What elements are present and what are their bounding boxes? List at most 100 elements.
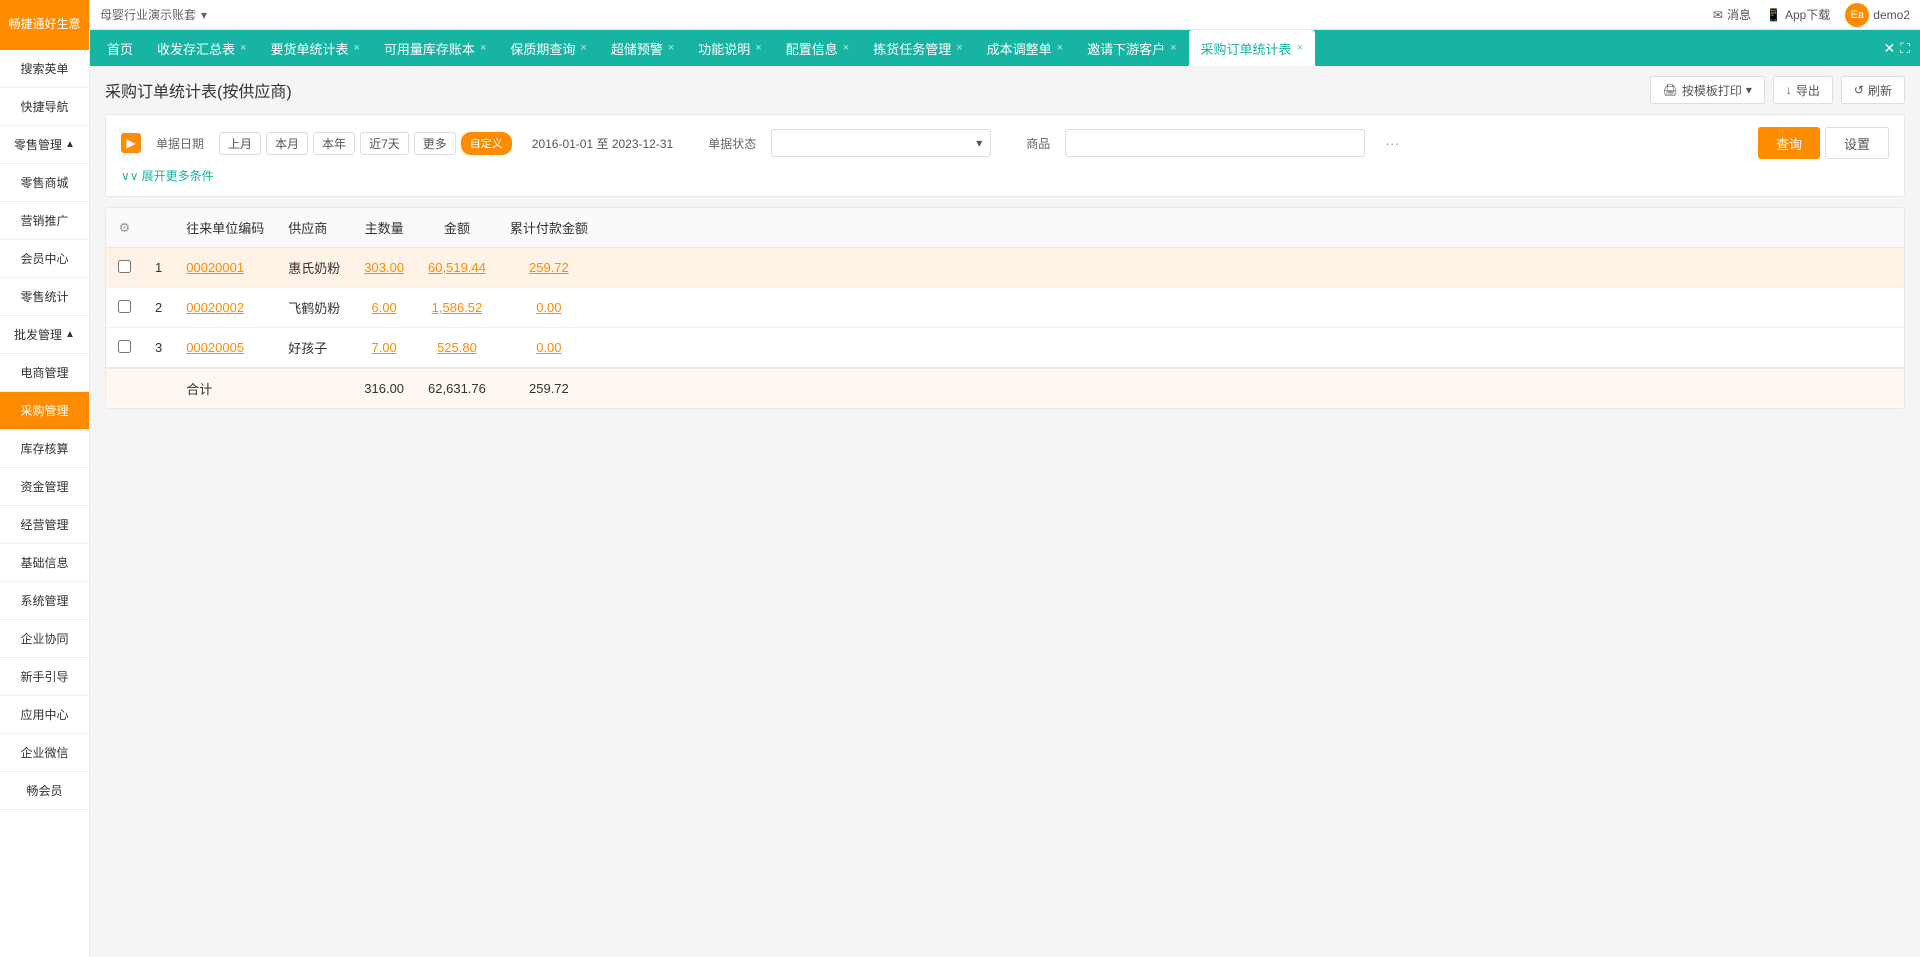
settings-btn[interactable]: 设置 [1825, 127, 1889, 159]
workspace-dropdown-icon[interactable]: ▾ [201, 8, 207, 22]
maximize-btn[interactable]: ⛶ [1900, 40, 1910, 57]
sidebar-item-enterprise[interactable]: 企业协同 [0, 620, 89, 658]
row-checkbox-1[interactable] [106, 288, 143, 328]
nav-tab-close-func-desc[interactable]: × [755, 42, 761, 54]
sidebar-item-ecommerce[interactable]: 电商管理 [0, 354, 89, 392]
refresh-icon: ↺ [1854, 83, 1864, 97]
nav-tab-cost-adjust[interactable]: 成本调整单 × [975, 30, 1075, 66]
nav-tab-label-cost-adjust: 成本调整单 [987, 39, 1052, 58]
filter-area: ▶ 单据日期 上月 本月 本年 近7天 更多 自定义 2016-01-01 至 … [105, 114, 1905, 197]
sidebar-item-search[interactable]: 搜索英单 [0, 50, 89, 88]
date-shortcut-7days[interactable]: 近7天 [360, 132, 409, 155]
nav-tab-pick-task[interactable]: 拣货任务管理× [861, 30, 974, 66]
goods-input[interactable] [1065, 129, 1365, 157]
nav-tab-label-purchase-summary: 采购订单统计表 [1201, 39, 1292, 58]
sidebar-item-app-center[interactable]: 应用中心 [0, 696, 89, 734]
expand-label: 展开更多条件 [142, 167, 214, 184]
nav-tab-close-cost-adjust[interactable]: × [1057, 42, 1063, 54]
sidebar-item-retail-stat[interactable]: 零售统计 [0, 278, 89, 316]
refresh-label: 刷新 [1868, 82, 1892, 99]
nav-tab-func-desc[interactable]: 功能说明× [686, 30, 773, 66]
status-select[interactable]: ▾ [771, 129, 991, 157]
row-checkbox-0[interactable] [106, 248, 143, 288]
sidebar-item-purchase[interactable]: 采购管理 [0, 392, 89, 430]
nav-tab-receive-summary[interactable]: 收发存汇总表× [145, 30, 258, 66]
nav-tab-close-pick-task[interactable]: × [956, 42, 962, 54]
checkbox-0[interactable] [118, 260, 131, 273]
row-amount-2[interactable]: 525.80 [416, 328, 498, 369]
row-paid-0[interactable]: 259.72 [498, 248, 600, 288]
nav-tab-available-inventory[interactable]: 可用量库存账本× [372, 30, 498, 66]
row-paid-1[interactable]: 0.00 [498, 288, 600, 328]
nav-tab-close-invite-downstream[interactable]: × [1170, 42, 1176, 54]
main-content: 母婴行业演示账套 ▾ ✉ 消息 📱 App下载 Ea demo2 首页收发存汇总… [90, 0, 1920, 957]
sidebar-item-operations[interactable]: 经营管理 [0, 506, 89, 544]
sidebar-item-wholesale[interactable]: 批发管理▲ [0, 316, 89, 354]
row-paid-2[interactable]: 0.00 [498, 328, 600, 369]
sidebar-item-sys-mgmt[interactable]: 系统管理 [0, 582, 89, 620]
row-amount-0[interactable]: 60,519.44 [416, 248, 498, 288]
row-code-0[interactable]: 00020001 [174, 248, 276, 288]
row-qty-2[interactable]: 7.00 [352, 328, 416, 369]
nav-tab-close-config-info[interactable]: × [843, 42, 849, 54]
sidebar-item-retail-mgmt[interactable]: 零售管理▲ [0, 126, 89, 164]
nav-tab-label-config-info: 配置信息 [786, 39, 838, 58]
nav-tab-home[interactable]: 首页 [95, 30, 145, 66]
sidebar-item-quicknav[interactable]: 快捷导航 [0, 88, 89, 126]
nav-tab-close-overstock-alert[interactable]: × [668, 42, 674, 54]
row-qty-0[interactable]: 303.00 [352, 248, 416, 288]
sidebar-arrow-retail-mgmt: ▲ [65, 139, 75, 150]
logo-text: 畅捷通好生意 [8, 17, 80, 33]
row-amount-1[interactable]: 1,586.52 [416, 288, 498, 328]
row-checkbox-2[interactable] [106, 328, 143, 369]
nav-tab-label-overstock-alert: 超储预警 [611, 39, 663, 58]
nav-tab-close-purchase-summary[interactable]: × [1297, 42, 1303, 54]
sidebar-item-newbie[interactable]: 新手引导 [0, 658, 89, 696]
nav-tab-expiry-query[interactable]: 保质期查询× [498, 30, 598, 66]
nav-tab-close-goods-summary[interactable]: × [353, 42, 359, 54]
sidebar-item-retail-mall[interactable]: 零售商城 [0, 164, 89, 202]
nav-tab-config-info[interactable]: 配置信息 × [774, 30, 861, 66]
sidebar-item-basic-info[interactable]: 基础信息 [0, 544, 89, 582]
checkbox-1[interactable] [118, 300, 131, 313]
row-qty-1[interactable]: 6.00 [352, 288, 416, 328]
nav-tab-purchase-summary[interactable]: 采购订单统计表 × [1189, 30, 1315, 66]
sidebar-label-sys-mgmt: 系统管理 [20, 594, 68, 608]
nav-tab-goods-summary[interactable]: 要货单统计表× [258, 30, 371, 66]
export-btn[interactable]: ↓ 导出 [1773, 76, 1833, 104]
date-shortcut-this-year[interactable]: 本年 [313, 132, 355, 155]
nav-tab-close-receive-summary[interactable]: × [240, 42, 246, 54]
nav-tab-invite-downstream[interactable]: 邀请下游客户× [1075, 30, 1188, 66]
nav-tab-close-expiry-query[interactable]: × [580, 42, 586, 54]
sidebar-item-vip[interactable]: 畅会员 [0, 772, 89, 810]
sidebar-item-marketing[interactable]: 营销推广 [0, 202, 89, 240]
date-shortcut-custom[interactable]: 自定义 [461, 132, 512, 155]
message-btn[interactable]: ✉ 消息 [1713, 6, 1751, 23]
row-seq-2: 3 [143, 328, 174, 369]
col-settings[interactable]: ⚙ [106, 208, 143, 248]
nav-tab-overstock-alert[interactable]: 超储预警 × [599, 30, 686, 66]
search-btn[interactable]: 查询 [1758, 127, 1820, 159]
row-supplier-1: 飞鹤奶粉 [276, 288, 352, 328]
close-tab-btn[interactable]: ✕ [1883, 40, 1895, 57]
row-code-2[interactable]: 00020005 [174, 328, 276, 369]
date-shortcut-last-month[interactable]: 上月 [219, 132, 261, 155]
topbar-left: 母婴行业演示账套 ▾ [100, 6, 207, 23]
row-code-1[interactable]: 00020002 [174, 288, 276, 328]
sidebar-item-member[interactable]: 会员中心 [0, 240, 89, 278]
nav-tab-close-available-inventory[interactable]: × [480, 42, 486, 54]
user-menu[interactable]: Ea demo2 [1845, 3, 1910, 27]
expand-more-btn[interactable]: ∨∨ 展开更多条件 [121, 167, 1889, 184]
app-download-btn[interactable]: 📱 App下载 [1766, 6, 1830, 23]
date-shortcut-more[interactable]: 更多 [414, 132, 456, 155]
date-shortcut-this-month[interactable]: 本月 [266, 132, 308, 155]
print-dropdown-icon: ▾ [1746, 83, 1752, 97]
sidebar-item-enterprise-wechat[interactable]: 企业微信 [0, 734, 89, 772]
sidebar-item-finance[interactable]: 资金管理 [0, 468, 89, 506]
refresh-btn[interactable]: ↺ 刷新 [1841, 76, 1905, 104]
filter-toggle-btn[interactable]: ▶ [121, 133, 141, 153]
checkbox-2[interactable] [118, 340, 131, 353]
print-btn[interactable]: 🖨 按模板打印 ▾ [1650, 76, 1765, 104]
goods-more-btn[interactable]: ··· [1385, 135, 1399, 151]
sidebar-item-inventory[interactable]: 库存核算 [0, 430, 89, 468]
